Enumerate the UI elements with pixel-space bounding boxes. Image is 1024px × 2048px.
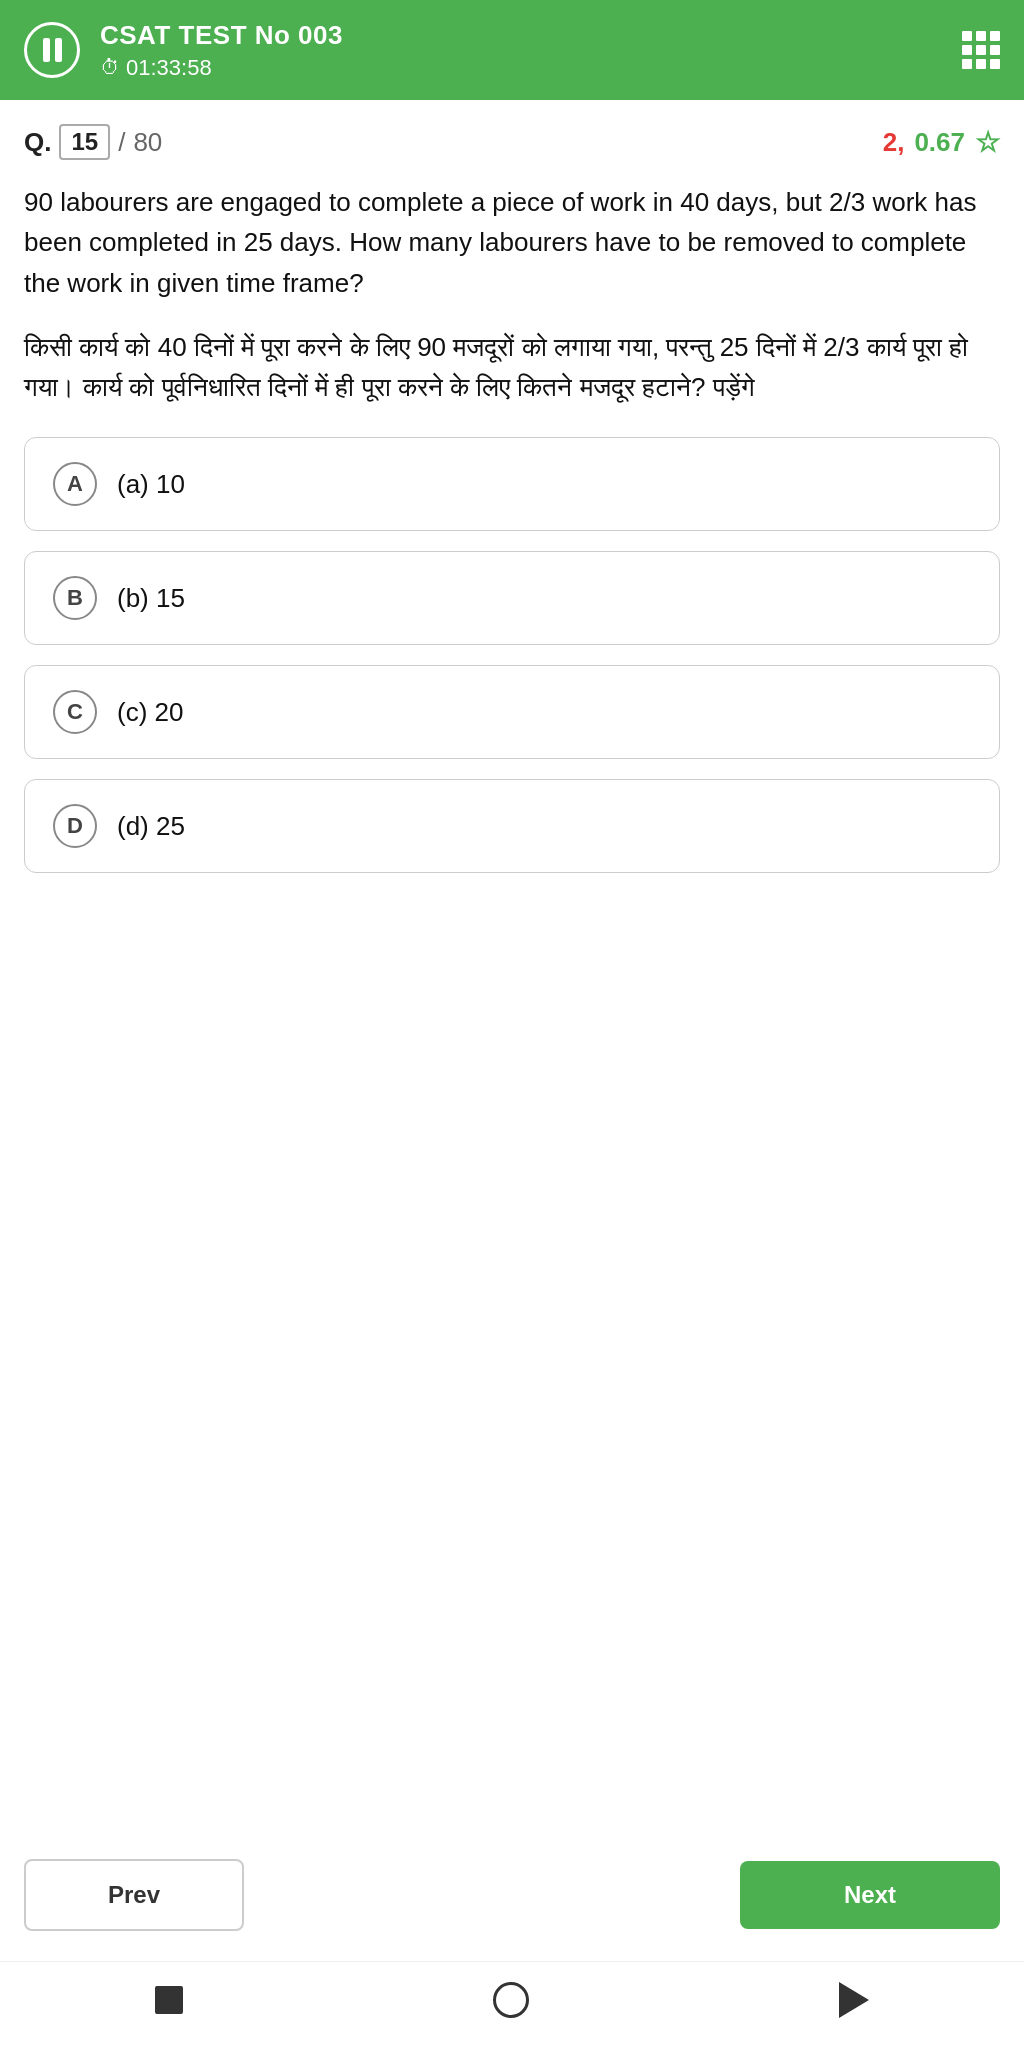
question-current: 15 (59, 124, 110, 160)
score-time: 0.67 (914, 127, 965, 158)
option-d-circle: D (53, 804, 97, 848)
option-a-circle: A (53, 462, 97, 506)
option-a-text: (a) 10 (117, 469, 185, 500)
question-number-group: Q. 15 / 80 (24, 124, 162, 160)
option-a[interactable]: A (a) 10 (24, 437, 1000, 531)
option-c-circle: C (53, 690, 97, 734)
header-info: CSAT TEST No 003 ⏱ 01:33:58 (100, 20, 343, 81)
question-meta: Q. 15 / 80 2, 0.67 ☆ (0, 100, 1024, 172)
q-separator: / (118, 127, 125, 158)
option-c-text: (c) 20 (117, 697, 183, 728)
back-icon[interactable] (839, 1982, 869, 2018)
app-header: CSAT TEST No 003 ⏱ 01:33:58 (0, 0, 1024, 100)
bottom-nav-bar (0, 1961, 1024, 2048)
prev-button[interactable]: Prev (24, 1859, 244, 1931)
timer-value: 01:33:58 (126, 55, 212, 81)
question-score-group: 2, 0.67 ☆ (883, 126, 1000, 159)
next-button[interactable]: Next (740, 1861, 1000, 1929)
home-icon[interactable] (155, 1986, 183, 2014)
option-b[interactable]: B (b) 15 (24, 551, 1000, 645)
bookmark-icon[interactable]: ☆ (975, 126, 1000, 159)
recents-icon[interactable] (493, 1982, 529, 2018)
option-d-text: (d) 25 (117, 811, 185, 842)
question-total: 80 (133, 127, 162, 158)
pause-button[interactable] (24, 22, 80, 78)
option-c[interactable]: C (c) 20 (24, 665, 1000, 759)
question-body: 90 labourers are engaged to complete a p… (0, 172, 1024, 427)
header-timer: ⏱ 01:33:58 (100, 55, 343, 81)
q-label: Q. (24, 127, 51, 158)
score-marks: 2, (883, 127, 905, 158)
navigation-buttons: Prev Next (0, 1829, 1024, 1961)
option-b-text: (b) 15 (117, 583, 185, 614)
pause-icon (43, 38, 62, 62)
header-left: CSAT TEST No 003 ⏱ 01:33:58 (24, 20, 343, 81)
option-d[interactable]: D (d) 25 (24, 779, 1000, 873)
question-hindi: किसी कार्य को 40 दिनों में पूरा करने के … (24, 327, 1000, 408)
timer-icon: ⏱ (100, 56, 120, 79)
options-container: A (a) 10 B (b) 15 C (c) 20 D (d) 25 (0, 427, 1024, 883)
question-english: 90 labourers are engaged to complete a p… (24, 182, 1000, 303)
header-title: CSAT TEST No 003 (100, 20, 343, 51)
option-b-circle: B (53, 576, 97, 620)
grid-menu-icon[interactable] (962, 31, 1000, 69)
